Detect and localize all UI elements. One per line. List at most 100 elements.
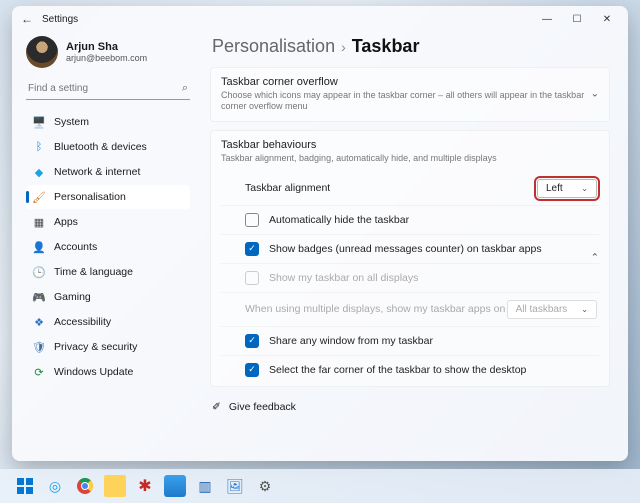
chevron-right-icon: ›	[341, 39, 346, 55]
section-title: Taskbar behaviours	[221, 139, 599, 151]
breadcrumb-current: Taskbar	[352, 36, 420, 57]
row-label: Select the far corner of the taskbar to …	[269, 364, 597, 376]
profile-name: Arjun Sha	[66, 41, 147, 53]
nav-icon: 🎮	[32, 290, 46, 304]
nav-label: Gaming	[54, 291, 91, 303]
nav-label: Personalisation	[54, 191, 126, 203]
nav-icon: ᛒ	[32, 140, 46, 154]
row-label: Share any window from my taskbar	[269, 335, 597, 347]
nav-label: Accessibility	[54, 316, 111, 328]
chevron-down-icon: ⌄	[581, 184, 588, 193]
sidebar-item-privacy-security[interactable]: 🛡 Privacy & security	[26, 335, 190, 359]
nav-label: Privacy & security	[54, 341, 137, 353]
multidisp-dropdown: All taskbars ⌄	[507, 300, 597, 319]
avatar	[26, 36, 58, 68]
nav-label: Network & internet	[54, 166, 140, 178]
row-alignment: Taskbar alignment Left ⌄	[221, 172, 599, 205]
titlebar: ← Settings — ☐ ✕	[12, 6, 628, 32]
settings-icon[interactable]: ⚙	[254, 475, 276, 497]
start-button[interactable]	[14, 475, 36, 497]
row-far-corner[interactable]: ✓ Select the far corner of the taskbar t…	[221, 355, 599, 384]
sidebar-item-gaming[interactable]: 🎮 Gaming	[26, 285, 190, 309]
dropdown-value: All taskbars	[516, 304, 568, 315]
back-button[interactable]: ←	[18, 12, 36, 26]
search-input[interactable]	[28, 83, 182, 94]
nav-icon: ◆	[32, 165, 46, 179]
nav-label: Bluetooth & devices	[54, 141, 147, 153]
row-multi-display: When using multiple displays, show my ta…	[221, 292, 599, 326]
sidebar-item-apps[interactable]: ▦ Apps	[26, 210, 190, 234]
give-feedback[interactable]: ✐ Give feedback	[210, 395, 610, 415]
sidebar: Arjun Sha arjun@beebom.com ⌕ 🖥️ System ᛒ Bl…	[12, 32, 200, 461]
section-desc: Choose which icons may appear in the tas…	[221, 90, 599, 113]
chevron-down-icon: ⌄	[581, 305, 588, 314]
sidebar-item-time-language[interactable]: 🕒 Time & language	[26, 260, 190, 284]
feedback-label: Give feedback	[229, 401, 296, 413]
alignment-dropdown[interactable]: Left ⌄	[537, 179, 597, 198]
sidebar-item-system[interactable]: 🖥️ System	[26, 110, 190, 134]
nav-icon: ⟳	[32, 365, 46, 379]
checkbox[interactable]: ✓	[245, 363, 259, 377]
window-title: Settings	[42, 14, 78, 25]
profile[interactable]: Arjun Sha arjun@beebom.com	[26, 36, 190, 68]
chrome-icon[interactable]	[74, 475, 96, 497]
row-share-window[interactable]: ✓ Share any window from my taskbar	[221, 326, 599, 355]
row-label: When using multiple displays, show my ta…	[245, 303, 507, 315]
content: Personalisation › Taskbar Taskbar corner…	[200, 32, 628, 461]
nav-label: Accounts	[54, 241, 97, 253]
breadcrumb-parent[interactable]: Personalisation	[212, 36, 335, 57]
section-desc: Taskbar alignment, badging, automaticall…	[221, 153, 599, 164]
checkbox[interactable]: ✓	[245, 334, 259, 348]
nav-label: Windows Update	[54, 366, 133, 378]
nav-icon: 🖥️	[32, 115, 46, 129]
profile-email: arjun@beebom.com	[66, 53, 147, 63]
nav-icon: ❖	[32, 315, 46, 329]
dropdown-value: Left	[546, 183, 563, 194]
row-label: Taskbar alignment	[245, 182, 537, 194]
taskbar-icon[interactable]: ▥	[194, 475, 216, 497]
close-button[interactable]: ✕	[592, 14, 622, 25]
nav-label: Apps	[54, 216, 78, 228]
row-label: Show badges (unread messages counter) on…	[269, 243, 597, 255]
breadcrumb: Personalisation › Taskbar	[212, 36, 610, 57]
nav-icon: 🖌	[32, 190, 46, 204]
section-title: Taskbar corner overflow	[221, 76, 599, 88]
settings-window: ← Settings — ☐ ✕ Arjun Sha arjun@beebom.…	[12, 6, 628, 461]
explorer-icon[interactable]	[104, 475, 126, 497]
feedback-icon: ✐	[212, 401, 221, 413]
nav-label: Time & language	[54, 266, 133, 278]
sidebar-item-bluetooth-devices[interactable]: ᛒ Bluetooth & devices	[26, 135, 190, 159]
os-taskbar[interactable]: ◎ ✱ ▥ 🖼 ⚙	[0, 469, 640, 503]
chevron-down-icon: ⌄	[591, 89, 599, 100]
chevron-up-icon[interactable]: ⌃	[591, 253, 599, 264]
sidebar-item-network-internet[interactable]: ◆ Network & internet	[26, 160, 190, 184]
minimize-button[interactable]: —	[532, 14, 562, 25]
nav-icon: 🕒	[32, 265, 46, 279]
nav-icon: 🛡	[32, 340, 46, 354]
checkbox[interactable]	[245, 213, 259, 227]
row-badges[interactable]: ✓ Show badges (unread messages counter) …	[221, 234, 599, 263]
nav-list: 🖥️ System ᛒ Bluetooth & devices ◆ Network & i…	[26, 110, 190, 384]
row-all-displays: Show my taskbar on all displays	[221, 263, 599, 292]
taskbar-icon[interactable]: 🖼	[224, 475, 246, 497]
sidebar-item-accessibility[interactable]: ❖ Accessibility	[26, 310, 190, 334]
nav-label: System	[54, 116, 89, 128]
taskbar-icon[interactable]: ◎	[44, 475, 66, 497]
section-behaviours: Taskbar behaviours Taskbar alignment, ba…	[210, 130, 610, 387]
sidebar-item-windows-update[interactable]: ⟳ Windows Update	[26, 360, 190, 384]
search-icon: ⌕	[182, 82, 188, 95]
nav-icon: ▦	[32, 215, 46, 229]
section-overflow[interactable]: Taskbar corner overflow Choose which ico…	[210, 67, 610, 122]
row-label: Automatically hide the taskbar	[269, 214, 597, 226]
checkbox	[245, 271, 259, 285]
maximize-button[interactable]: ☐	[562, 14, 592, 25]
taskbar-icon[interactable]: ✱	[134, 475, 156, 497]
row-autohide[interactable]: Automatically hide the taskbar	[221, 205, 599, 234]
sidebar-item-accounts[interactable]: 👤 Accounts	[26, 235, 190, 259]
sidebar-item-personalisation[interactable]: 🖌 Personalisation	[26, 185, 190, 209]
search-box[interactable]: ⌕	[26, 78, 190, 100]
nav-icon: 👤	[32, 240, 46, 254]
row-label: Show my taskbar on all displays	[269, 272, 597, 284]
taskbar-icon[interactable]	[164, 475, 186, 497]
checkbox[interactable]: ✓	[245, 242, 259, 256]
